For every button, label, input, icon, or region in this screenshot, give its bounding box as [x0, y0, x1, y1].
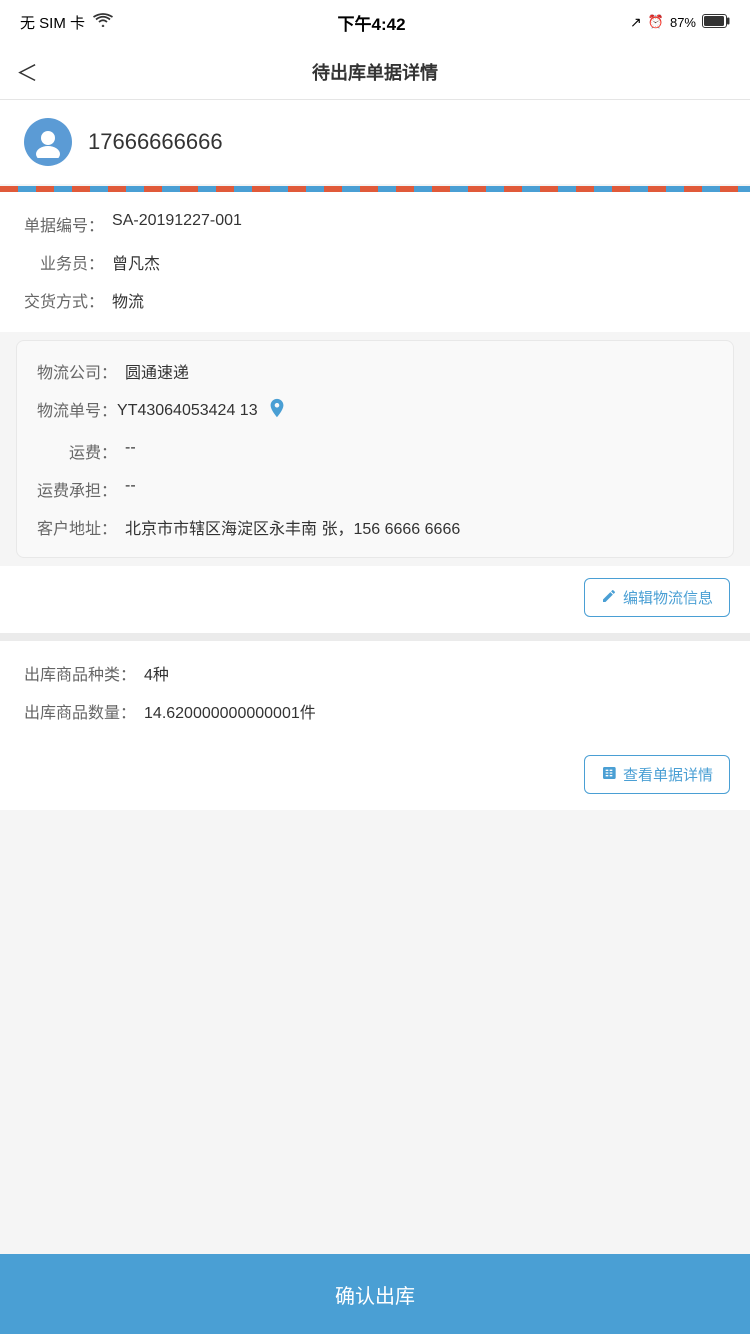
delivery-method-row: 交货方式： 物流	[24, 288, 726, 312]
doc-number-label: 单据编号：	[24, 212, 104, 236]
doc-number-value: SA-20191227-001	[112, 212, 726, 230]
delivery-method-value: 物流	[112, 288, 726, 312]
view-details-row: 查看单据详情	[0, 743, 750, 810]
edit-button-label: 编辑物流信息	[623, 587, 713, 608]
product-types-value: 4种	[144, 661, 169, 685]
stats-section: 出库商品种类： 4种 出库商品数量： 14.620000000000001件	[0, 641, 750, 743]
freight-row: 运费： --	[37, 439, 713, 463]
freight-bearer-row: 运费承担： --	[37, 477, 713, 501]
view-icon	[601, 765, 617, 785]
status-right: ↗ ⏰ 87%	[630, 14, 730, 31]
battery-text: 87%	[670, 15, 696, 30]
logistics-company-label: 物流公司：	[37, 359, 117, 383]
confirm-btn-area[interactable]: 确认出库	[0, 1254, 750, 1334]
page-title: 待出库单据详情	[312, 59, 438, 85]
view-details-button[interactable]: 查看单据详情	[584, 755, 730, 794]
confirm-button-label: 确认出库	[335, 1280, 415, 1309]
time: 下午4:42	[338, 10, 406, 35]
location-arrow-icon: ↗	[630, 14, 642, 31]
sales-person-label: 业务员：	[24, 250, 104, 274]
freight-value: --	[125, 439, 713, 457]
edit-action-row: 编辑物流信息	[0, 566, 750, 633]
edit-logistics-button[interactable]: 编辑物流信息	[584, 578, 730, 617]
edit-icon	[601, 588, 617, 608]
product-types-label: 出库商品种类：	[24, 661, 136, 685]
wifi-icon	[93, 13, 113, 31]
tracking-label: 物流单号：	[37, 397, 117, 421]
sim-text: 无 SIM 卡	[20, 12, 85, 33]
status-left: 无 SIM 卡	[20, 12, 113, 33]
bottom-spacer	[0, 810, 750, 990]
tracking-number-value: YT43064053424 13	[117, 402, 258, 420]
tracking-location-icon[interactable]	[266, 397, 288, 425]
freight-bearer-label: 运费承担：	[37, 477, 117, 501]
alarm-icon: ⏰	[648, 14, 664, 30]
product-quantity-row: 出库商品数量： 14.620000000000001件	[24, 699, 726, 723]
freight-bearer-value: --	[125, 477, 713, 495]
address-value: 北京市市辖区海淀区永丰南 张，156 6666 6666	[125, 515, 713, 539]
tracking-number-container: YT43064053424 13	[117, 397, 288, 425]
logistics-card: 物流公司： 圆通速递 物流单号： YT43064053424 13 运费： --…	[16, 340, 734, 558]
status-bar: 无 SIM 卡 下午4:42 ↗ ⏰ 87%	[0, 0, 750, 44]
product-quantity-value: 14.620000000000001件	[144, 699, 316, 723]
logistics-company-row: 物流公司： 圆通速递	[37, 359, 713, 383]
tracking-row: 物流单号： YT43064053424 13	[37, 397, 713, 425]
address-row: 客户地址： 北京市市辖区海淀区永丰南 张，156 6666 6666	[37, 515, 713, 539]
address-label: 客户地址：	[37, 515, 117, 539]
doc-number-row: 单据编号： SA-20191227-001	[24, 212, 726, 236]
avatar	[24, 118, 72, 166]
sales-person-row: 业务员： 曾凡杰	[24, 250, 726, 274]
user-header: 17666666666	[0, 100, 750, 184]
user-phone: 17666666666	[88, 129, 223, 155]
back-button[interactable]: ＜	[16, 56, 38, 88]
doc-info-section: 单据编号： SA-20191227-001 业务员： 曾凡杰 交货方式： 物流	[0, 192, 750, 332]
product-quantity-label: 出库商品数量：	[24, 699, 136, 723]
freight-label: 运费：	[37, 439, 117, 463]
battery-icon	[702, 14, 730, 31]
delivery-method-label: 交货方式：	[24, 288, 104, 312]
logistics-company-value: 圆通速递	[125, 359, 713, 383]
view-button-label: 查看单据详情	[623, 764, 713, 785]
nav-bar: ＜ 待出库单据详情	[0, 44, 750, 100]
main-content: 17666666666 单据编号： SA-20191227-001 业务员： 曾…	[0, 100, 750, 1090]
section-divider-1	[0, 633, 750, 641]
product-types-row: 出库商品种类： 4种	[24, 661, 726, 685]
sales-person-value: 曾凡杰	[112, 250, 726, 274]
